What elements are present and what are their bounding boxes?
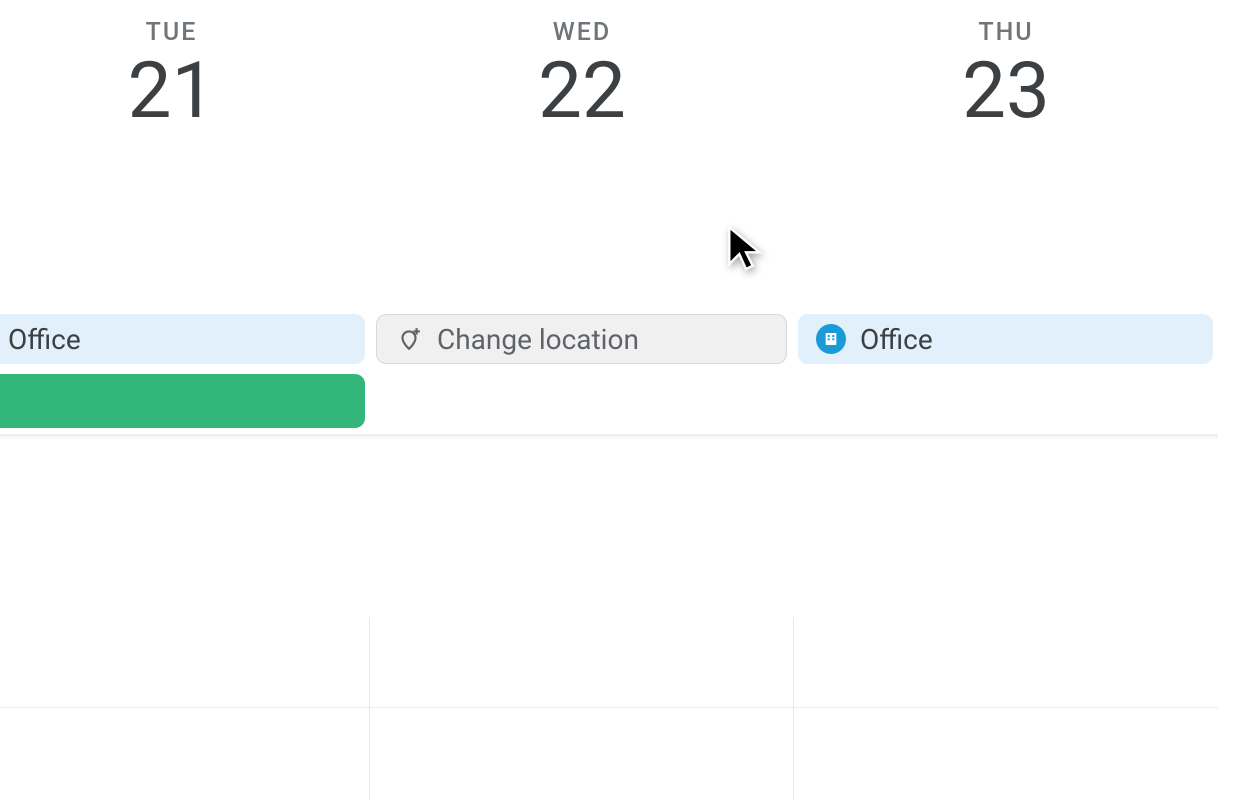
pin-plus-icon [395,325,423,353]
day-column-tue[interactable]: Team workshop 7–9 AM Meeting room 5a [0,617,370,800]
calendar-week-view: TUE 21 WED 22 THU 23 Office [0,0,1240,800]
location-chip-office[interactable]: Office [0,314,365,364]
change-location-label: Change location [437,323,639,356]
building-icon [816,324,846,354]
day-header-thu[interactable]: THU 23 [794,0,1218,314]
day-header-tue[interactable]: TUE 21 [0,0,370,314]
allday-event[interactable] [0,374,365,428]
day-header-wed[interactable]: WED 22 [370,0,794,314]
day-column-wed[interactable]: Planning update 8–9 AM, Conference room … [370,617,794,800]
day-number: 23 [962,53,1050,131]
day-abbrev: WED [553,18,611,47]
time-grid[interactable]: Team workshop 7–9 AM Meeting room 5a Pla… [0,617,1218,800]
day-abbrev: TUE [146,18,198,47]
allday-cell-tue: Office [0,314,370,434]
allday-cell-thu: Office [794,314,1218,434]
change-location-button[interactable]: Change location [376,314,787,364]
day-column-thu[interactable] [794,617,1218,800]
location-label: Office [8,323,81,356]
allday-cell-wed: Change location [370,314,794,434]
day-abbrev: THU [978,18,1033,47]
day-number: 22 [538,53,626,131]
allday-row: Office Change location [0,314,1218,434]
location-label: Office [860,323,933,356]
location-chip-office[interactable]: Office [798,314,1213,364]
day-number: 21 [128,53,216,131]
